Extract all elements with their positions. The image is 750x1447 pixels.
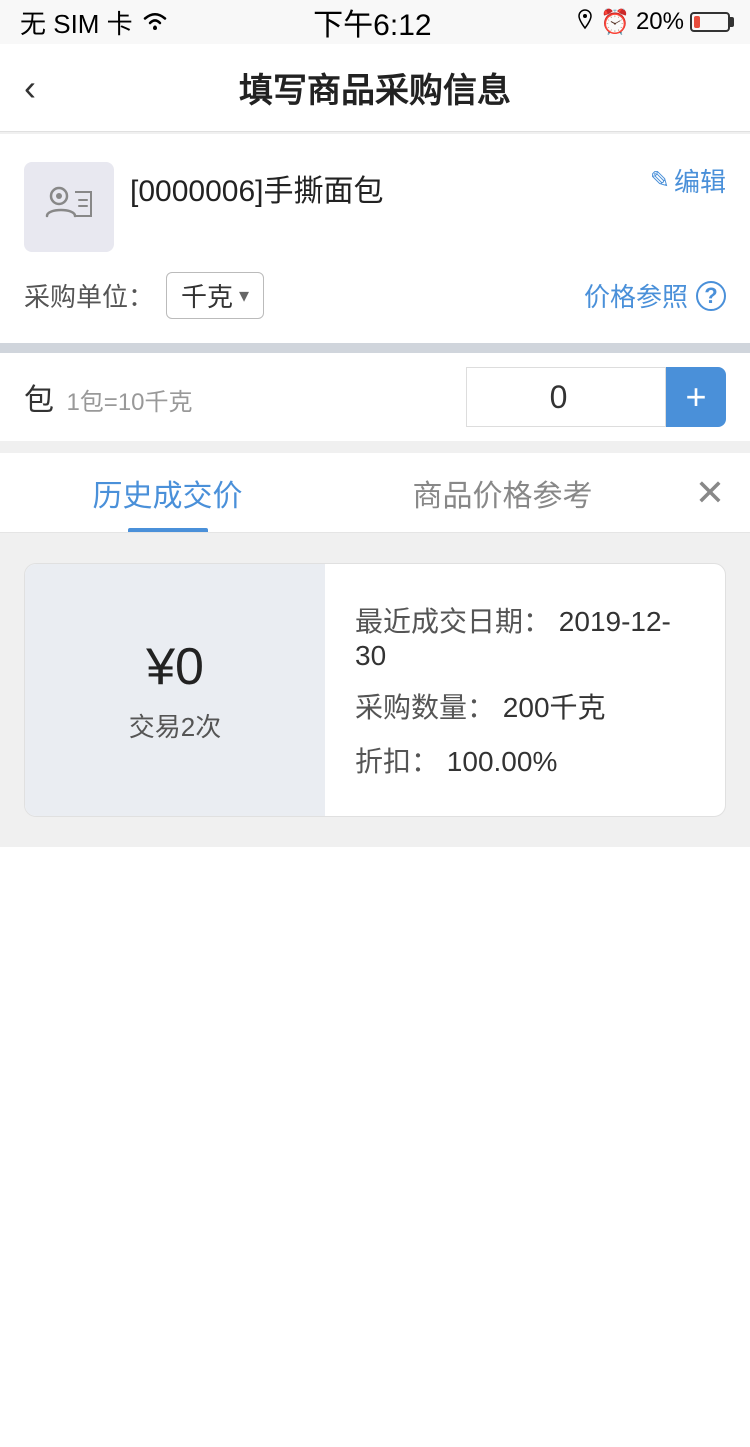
status-bar: 无 SIM 卡 下午6:12 ⏰ 20% [0, 0, 750, 44]
battery-pct: 20% [636, 8, 684, 36]
price-ref-button[interactable]: 价格参照 ? [584, 277, 726, 314]
status-right: ⏰ 20% [576, 8, 730, 37]
recent-date-label: 最近成交日期： [355, 606, 551, 637]
question-icon: ? [696, 281, 726, 311]
history-times: 交易2次 [129, 707, 221, 744]
location-icon [576, 8, 594, 37]
status-left: 无 SIM 卡 [20, 4, 169, 41]
discount-label: 折扣： [355, 746, 439, 777]
product-meta: 采购单位： 千克 ▾ 价格参照 ? [24, 272, 726, 319]
tab-bar: 历史成交价 商品价格参考 ✕ [0, 453, 750, 533]
history-card: ¥0 交易2次 最近成交日期： 2019-12-30 采购数量： 200千克 折… [24, 563, 726, 817]
unit-value: 千克 [181, 277, 233, 314]
purchase-qty-value: 200千克 [503, 692, 606, 723]
product-info: [0000006]手撕面包 [24, 162, 383, 252]
tab-history-price[interactable]: 历史成交价 [0, 453, 335, 532]
chevron-down-icon: ▾ [239, 283, 249, 308]
tab-price-ref[interactable]: 商品价格参考 [335, 453, 670, 532]
edit-icon: ✎ [650, 166, 670, 195]
discount-row: 折扣： 100.00% [355, 740, 695, 780]
bottom-fill [0, 847, 750, 1447]
section-divider [0, 343, 750, 353]
quantity-row: 包 1包=10千克 + [0, 353, 750, 441]
recent-date-row: 最近成交日期： 2019-12-30 [355, 600, 695, 672]
unit-select[interactable]: 千克 ▾ [166, 272, 264, 319]
qty-label-group: 包 1包=10千克 [24, 375, 193, 419]
status-time: 下午6:12 [313, 0, 431, 44]
nav-bar: ‹ 填写商品采购信息 [0, 44, 750, 132]
qty-controls: + [466, 367, 726, 427]
pkg-label: 包 [24, 384, 54, 417]
quantity-input[interactable] [466, 367, 666, 427]
purchase-qty-label: 采购数量： [355, 692, 495, 723]
edit-label: 编辑 [674, 162, 726, 199]
product-name-wrap: [0000006]手撕面包 [130, 162, 383, 210]
qty-plus-button[interactable]: + [666, 367, 726, 427]
history-price-section: ¥0 交易2次 [25, 564, 325, 816]
history-details: 最近成交日期： 2019-12-30 采购数量： 200千克 折扣： 100.0… [325, 564, 725, 816]
product-card: [0000006]手撕面包 ✎ 编辑 采购单位： 千克 ▾ 价格参照 ? [0, 134, 750, 343]
close-icon: ✕ [695, 472, 725, 514]
battery-icon [690, 12, 730, 32]
history-content: ¥0 交易2次 最近成交日期： 2019-12-30 采购数量： 200千克 折… [0, 533, 750, 847]
qty-row: 采购数量： 200千克 [355, 686, 695, 726]
sim-label: 无 SIM 卡 [20, 4, 133, 41]
price-ref-label: 价格参照 [584, 277, 688, 314]
product-thumb-icon [39, 172, 99, 242]
alarm-icon: ⏰ [600, 8, 630, 37]
pkg-ratio: 1包=10千克 [66, 389, 192, 416]
tab-history-label: 历史成交价 [93, 471, 243, 515]
wifi-icon [141, 7, 169, 38]
edit-button[interactable]: ✎ 编辑 [650, 162, 726, 199]
product-header: [0000006]手撕面包 ✎ 编辑 [24, 162, 726, 252]
discount-value: 100.00% [447, 746, 558, 777]
back-button[interactable]: ‹ [24, 67, 36, 109]
tab-close-button[interactable]: ✕ [670, 453, 750, 532]
history-price: ¥0 [146, 637, 204, 697]
tab-price-ref-label: 商品价格参考 [413, 471, 593, 515]
product-name: [0000006]手撕面包 [130, 166, 383, 210]
unit-label: 采购单位： [24, 277, 154, 314]
product-thumbnail [24, 162, 114, 252]
page-title: 填写商品采购信息 [239, 63, 511, 112]
